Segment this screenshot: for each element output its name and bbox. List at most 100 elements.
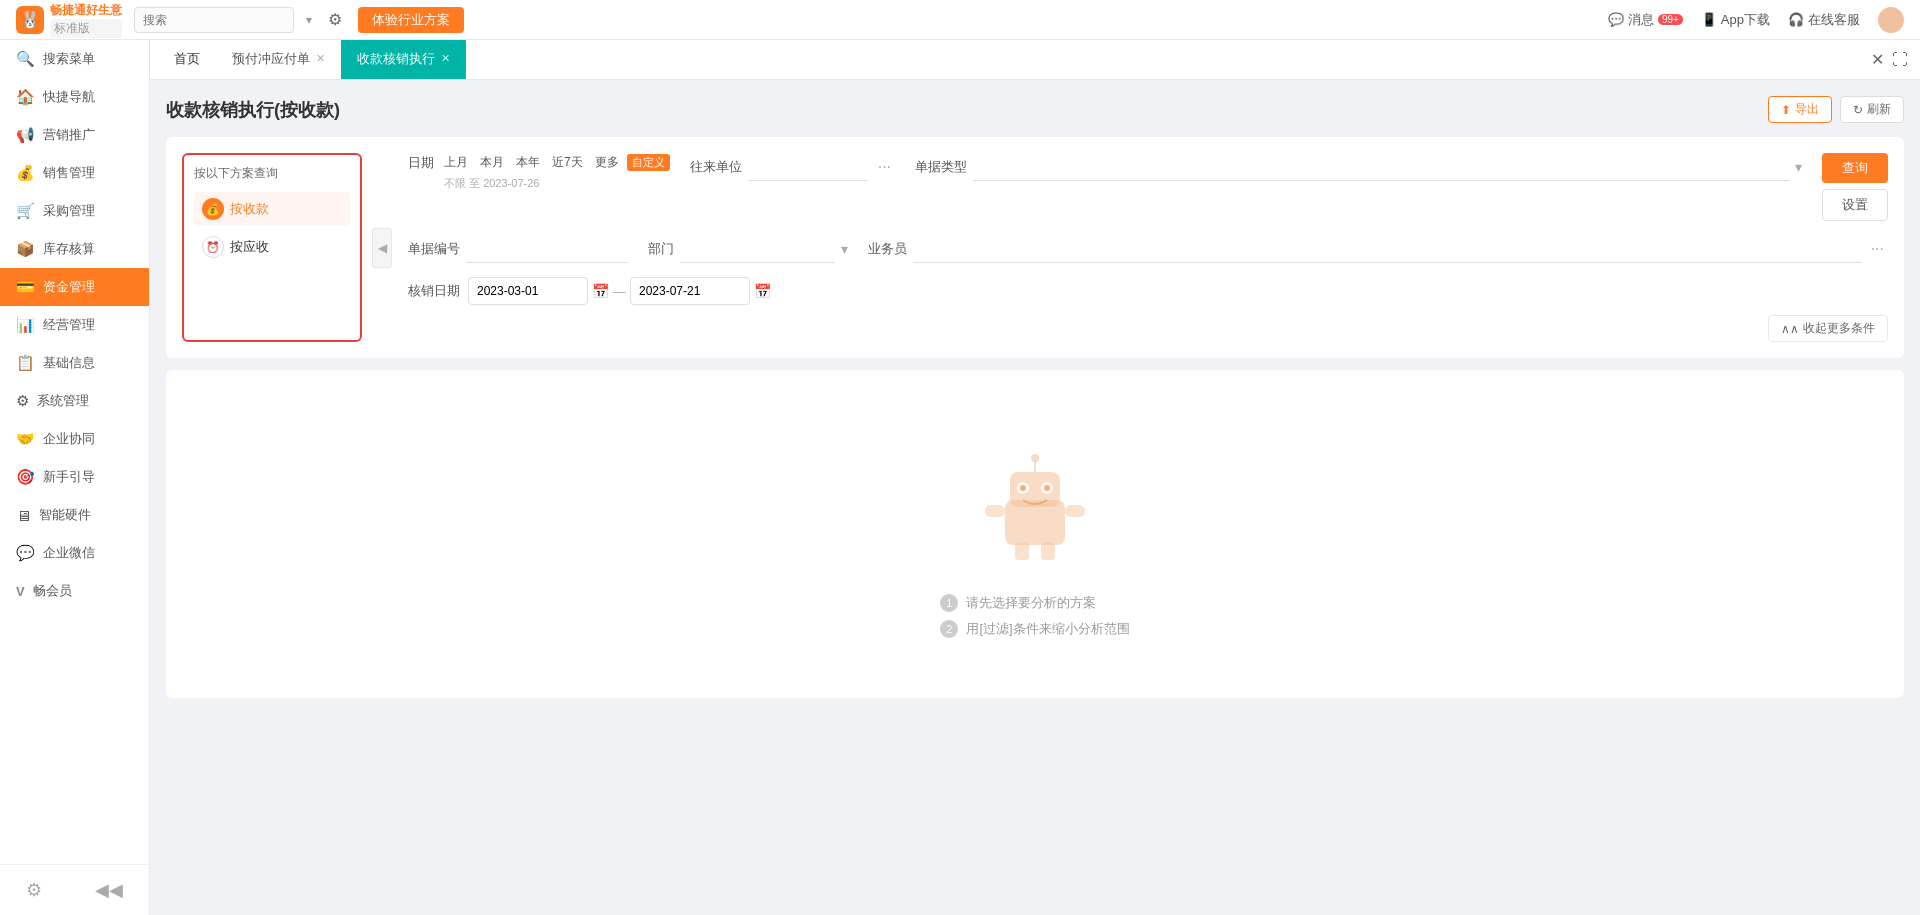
sidebar-item-operations[interactable]: 📊 经营管理 — [0, 306, 149, 344]
tip2-num: 2 — [940, 620, 958, 638]
tabbar: 首页 预付冲应付单 ✕ 收款核销执行 ✕ ✕ ⛶ — [150, 40, 1920, 80]
dept-dropdown-icon[interactable]: ▾ — [841, 241, 848, 257]
page-actions: ⬆ 导出 ↻ 刷新 — [1768, 96, 1904, 123]
operations-icon: 📊 — [16, 316, 35, 334]
basic-info-icon: 📋 — [16, 354, 35, 372]
sidebar-item-label: 系统管理 — [37, 392, 89, 410]
receipt-option-icon: 💰 — [202, 198, 224, 220]
tab-receipt-close-icon[interactable]: ✕ — [441, 52, 450, 65]
dept-input[interactable] — [680, 235, 835, 263]
message-btn[interactable]: 💬 消息 99+ — [1608, 11, 1683, 29]
user-avatar[interactable] — [1878, 7, 1904, 33]
message-label: 消息 — [1628, 11, 1654, 29]
sidebar-item-inventory[interactable]: 📦 库存核算 — [0, 230, 149, 268]
online-service-btn[interactable]: 🎧 在线客服 — [1788, 11, 1860, 29]
sidebar-item-label: 智能硬件 — [39, 506, 91, 524]
sidebar-item-label: 基础信息 — [43, 354, 95, 372]
sidebar-item-label: 采购管理 — [43, 202, 95, 220]
sidebar-item-label: 企业微信 — [43, 544, 95, 562]
sidebar-item-purchase[interactable]: 🛒 采购管理 — [0, 192, 149, 230]
quick-nav-icon: 🏠 — [16, 88, 35, 106]
filter-by-receivable[interactable]: ⏰ 按应收 — [194, 230, 350, 264]
dept-field: 部门 ▾ — [648, 235, 848, 263]
writeoff-date-field: 核销日期 📅 — 📅 — [408, 277, 771, 305]
sidebar-item-marketing[interactable]: 📢 营销推广 — [0, 116, 149, 154]
sidebar-settings-icon[interactable]: ⚙ — [20, 873, 48, 907]
query-button[interactable]: 查询 — [1822, 153, 1888, 183]
date-btn-this-year[interactable]: 本年 — [512, 153, 544, 172]
robot-svg — [975, 450, 1095, 570]
app-download-btn[interactable]: 📱 App下载 — [1701, 11, 1770, 29]
settings-icon[interactable]: ⚙ — [328, 10, 342, 29]
date-custom-badge[interactable]: 自定义 — [627, 154, 670, 171]
sidebar: 🔍 搜索菜单 🏠 快捷导航 📢 营销推广 💰 销售管理 🛒 采购管理 📦 库存核… — [0, 40, 150, 915]
sidebar-item-guide[interactable]: 🎯 新手引导 — [0, 458, 149, 496]
solution-button[interactable]: 体验行业方案 — [358, 7, 464, 33]
collapse-more-label: 收起更多条件 — [1803, 320, 1875, 337]
svg-rect-10 — [1015, 542, 1029, 560]
date-shortcuts: 上月 本月 本年 近7天 更多 自定义 — [440, 153, 670, 172]
sidebar-collapse-icon[interactable]: ◀◀ — [89, 873, 129, 907]
staff-more-icon[interactable]: ··· — [1867, 240, 1888, 258]
collapse-more-button[interactable]: ∧∧ 收起更多条件 — [1768, 315, 1888, 342]
tab-prepay-close-icon[interactable]: ✕ — [316, 52, 325, 65]
bill-no-field: 单据编号 — [408, 235, 628, 263]
svg-point-7 — [1031, 454, 1039, 462]
marketing-icon: 📢 — [16, 126, 35, 144]
sidebar-item-hardware[interactable]: 🖥 智能硬件 — [0, 496, 149, 534]
sidebar-item-wechat[interactable]: 💬 企业微信 — [0, 534, 149, 572]
collapse-more-icon: ∧∧ — [1781, 322, 1799, 336]
search-menu-icon: 🔍 — [16, 50, 35, 68]
dropdown-icon[interactable]: ▾ — [306, 13, 312, 27]
tab-receipt-writeoff[interactable]: 收款核销执行 ✕ — [341, 40, 466, 79]
sidebar-item-basic-info[interactable]: 📋 基础信息 — [0, 344, 149, 382]
date-btn-more[interactable]: 更多 — [591, 153, 623, 172]
tab-prepay-label: 预付冲应付单 — [232, 50, 310, 68]
empty-tip-1: 1 请先选择要分析的方案 — [940, 594, 1129, 612]
empty-state: 1 请先选择要分析的方案 2 用[过滤]条件来缩小分析范围 — [166, 370, 1904, 698]
collapse-button[interactable]: ◀ — [372, 228, 392, 268]
app-download-label: App下载 — [1721, 11, 1770, 29]
writeoff-date-end-input[interactable] — [630, 277, 750, 305]
bill-no-input[interactable] — [466, 235, 628, 263]
enterprise-icon: 🤝 — [16, 430, 35, 448]
sidebar-item-quick-nav[interactable]: 🏠 快捷导航 — [0, 78, 149, 116]
svg-rect-9 — [1065, 505, 1085, 517]
counterparty-more-icon[interactable]: ··· — [874, 158, 895, 176]
hardware-icon: 🖥 — [16, 507, 31, 524]
counterparty-label: 往来单位 — [690, 158, 742, 176]
sidebar-item-system[interactable]: ⚙ 系统管理 — [0, 382, 149, 420]
date-btn-last-month[interactable]: 上月 — [440, 153, 472, 172]
tab-close-all-icon[interactable]: ✕ — [1871, 50, 1884, 69]
bill-type-field: 单据类型 ▾ — [915, 153, 1802, 181]
export-button[interactable]: ⬆ 导出 — [1768, 96, 1832, 123]
sidebar-item-label: 新手引导 — [43, 468, 95, 486]
refresh-icon: ↻ — [1853, 103, 1863, 117]
bill-type-label: 单据类型 — [915, 158, 967, 176]
search-input[interactable] — [134, 7, 294, 33]
bill-type-dropdown-icon[interactable]: ▾ — [1795, 159, 1802, 175]
counterparty-input[interactable] — [748, 153, 868, 181]
sidebar-item-member[interactable]: V 畅会员 — [0, 572, 149, 610]
tab-prepay-list[interactable]: 预付冲应付单 ✕ — [216, 40, 341, 79]
sidebar-item-search-menu[interactable]: 🔍 搜索菜单 — [0, 40, 149, 78]
date-btn-this-month[interactable]: 本月 — [476, 153, 508, 172]
writeoff-date-start-icon[interactable]: 📅 — [592, 283, 609, 299]
service-icon: 🎧 — [1788, 12, 1804, 27]
tabbar-actions: ✕ ⛶ — [1871, 40, 1912, 79]
setting-button[interactable]: 设置 — [1822, 189, 1888, 221]
sidebar-item-sales[interactable]: 💰 销售管理 — [0, 154, 149, 192]
tip2-text: 用[过滤]条件来缩小分析范围 — [966, 620, 1129, 638]
staff-input[interactable] — [913, 235, 1861, 263]
filter-panel: 按以下方案查询 💰 按收款 ⏰ 按应收 ◀ — [166, 137, 1904, 358]
sidebar-item-enterprise[interactable]: 🤝 企业协同 — [0, 420, 149, 458]
refresh-button[interactable]: ↻ 刷新 — [1840, 96, 1904, 123]
date-btn-7days[interactable]: 近7天 — [548, 153, 587, 172]
bill-type-input[interactable] — [973, 153, 1789, 181]
tab-fullscreen-icon[interactable]: ⛶ — [1892, 51, 1908, 69]
writeoff-date-start-input[interactable] — [468, 277, 588, 305]
writeoff-date-end-icon[interactable]: 📅 — [754, 283, 771, 299]
sidebar-item-finance[interactable]: 💳 资金管理 — [0, 268, 149, 306]
tab-home[interactable]: 首页 — [158, 40, 216, 79]
filter-by-receipt[interactable]: 💰 按收款 — [194, 192, 350, 226]
